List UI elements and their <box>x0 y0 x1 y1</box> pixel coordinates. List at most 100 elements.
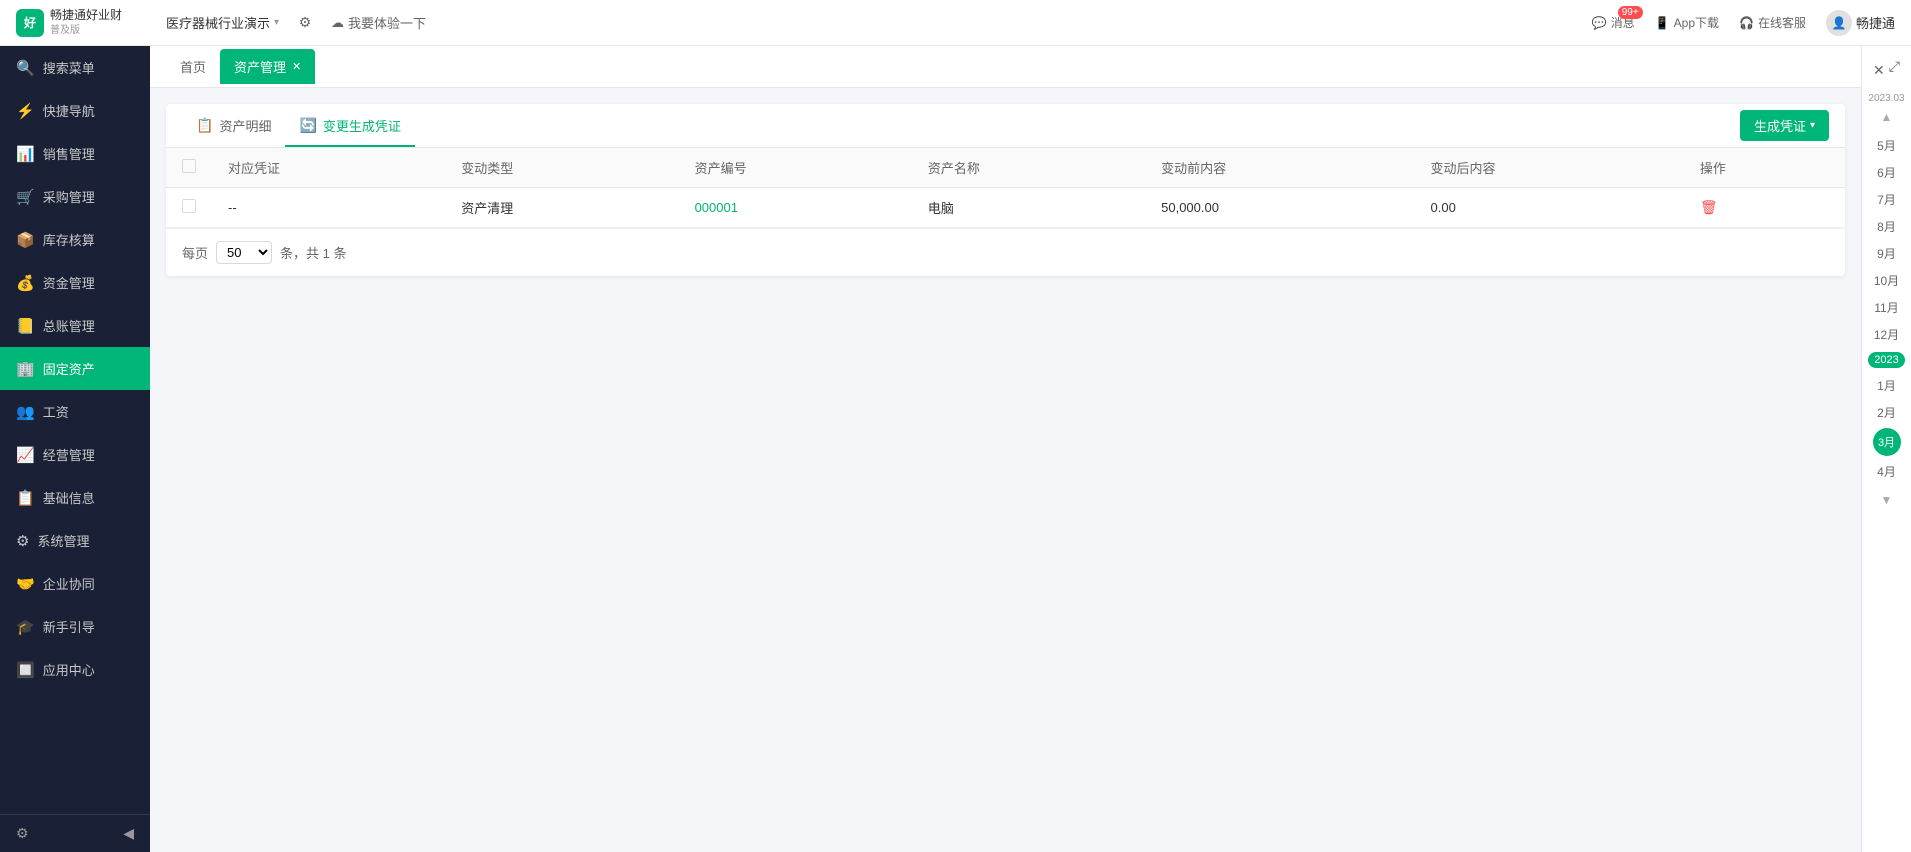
timeline-month-4[interactable]: 4月 <box>1862 458 1911 485</box>
timeline-month-2[interactable]: 2月 <box>1862 399 1911 426</box>
panel-expand-button[interactable]: ⤢ <box>1889 58 1900 75</box>
cell-operation: 🗑 <box>1684 188 1845 228</box>
inner-tab-asset-list[interactable]: 📋 资产明细 <box>182 106 285 147</box>
timeline-month-1[interactable]: 1月 <box>1862 372 1911 399</box>
sidebar-footer: ⚙ ◀ <box>0 814 150 852</box>
header-right: 💬 消息 99+ 📱 App下载 🎧 在线客服 👤 畅捷通 <box>1592 10 1895 36</box>
page-content: 📋 资产明细 🔄 变更生成凭证 生成凭证 ▾ <box>150 88 1861 852</box>
timeline-month-11[interactable]: 11月 <box>1862 294 1911 321</box>
cart-icon: 🛒 <box>16 188 35 206</box>
top-header: 好 畅捷通好业财 普及版 医疗器械行业演示 ▾ ⚙ ☁ 我要体验一下 💬 消息 … <box>0 0 1911 46</box>
online-service-action[interactable]: 🎧 在线客服 <box>1739 14 1806 31</box>
timeline-year-badge: 2023 <box>1868 352 1904 368</box>
sidebar-collapse-button[interactable]: ◀ <box>123 825 134 842</box>
row-checkbox[interactable] <box>182 199 196 213</box>
headset-icon: 🎧 <box>1739 16 1754 30</box>
sidebar-item-fixed-assets[interactable]: 🏢 固定资产 <box>0 347 150 390</box>
company-selector[interactable]: 医疗器械行业演示 ▾ <box>166 13 279 32</box>
timeline-month-10[interactable]: 10月 <box>1862 267 1911 294</box>
tab-home[interactable]: 首页 <box>166 49 220 84</box>
handshake-icon: 🤝 <box>16 575 35 593</box>
col-before-change: 变动前内容 <box>1145 148 1414 188</box>
row-checkbox-cell <box>166 188 212 228</box>
box-icon: 📦 <box>16 231 35 249</box>
message-action[interactable]: 💬 消息 99+ <box>1592 14 1635 31</box>
sidebar-item-system[interactable]: ⚙ 系统管理 <box>0 519 150 562</box>
settings-button[interactable]: ⚙ <box>291 9 319 37</box>
tab-close-icon[interactable]: ✕ <box>292 60 301 73</box>
timeline: ▲ 5月 6月 7月 8月 9月 10月 11月 12月 2023 1月 2月 … <box>1862 106 1911 844</box>
inner-tab-actions: 生成凭证 ▾ <box>1740 110 1829 141</box>
panel-close-button[interactable]: ✕ <box>1873 62 1885 79</box>
timeline-up-button[interactable]: ▲ <box>1877 106 1897 128</box>
timeline-month-8[interactable]: 8月 <box>1862 213 1911 240</box>
sidebar-item-purchase[interactable]: 🛒 采购管理 <box>0 175 150 218</box>
content-area: 首页 资产管理 ✕ 📋 资产明细 🔄 变更生成凭证 <box>150 46 1861 852</box>
sidebar-item-inventory[interactable]: 📦 库存核算 <box>0 218 150 261</box>
clipboard-icon: 📋 <box>16 489 35 507</box>
gear-icon: ⚙ <box>16 532 29 550</box>
timeline-down-button[interactable]: ▼ <box>1877 489 1897 511</box>
col-change-type: 变动类型 <box>445 148 678 188</box>
app-icon: 📱 <box>1655 16 1670 30</box>
table-row: -- 资产清理 000001 电脑 <box>166 188 1845 228</box>
col-operation: 操作 <box>1684 148 1845 188</box>
sidebar-scroll: 🔍 搜索菜单 ⚡ 快捷导航 📊 销售管理 🛒 采购管理 📦 库存核算 💰 <box>0 46 150 814</box>
timeline-month-12[interactable]: 12月 <box>1862 321 1911 348</box>
sidebar-item-sales[interactable]: 📊 销售管理 <box>0 132 150 175</box>
header-checkbox[interactable] <box>182 159 196 173</box>
sidebar-item-search[interactable]: 🔍 搜索菜单 <box>0 46 150 89</box>
inner-tab-change-voucher[interactable]: 🔄 变更生成凭证 <box>285 106 414 147</box>
sidebar-item-funds[interactable]: 💰 资金管理 <box>0 261 150 304</box>
tab-asset-mgmt[interactable]: 资产管理 ✕ <box>220 49 315 84</box>
inner-tabs: 📋 资产明细 🔄 变更生成凭证 生成凭证 ▾ <box>166 104 1845 148</box>
sidebar-item-enterprise[interactable]: 🤝 企业协同 <box>0 562 150 605</box>
col-voucher: 对应凭证 <box>212 148 445 188</box>
tab-bar: 首页 资产管理 ✕ <box>150 46 1861 88</box>
header-center: 医疗器械行业演示 ▾ ⚙ ☁ 我要体验一下 <box>166 9 1592 37</box>
timeline-month-7[interactable]: 7月 <box>1862 186 1911 213</box>
chart-icon: 📊 <box>16 145 35 163</box>
experience-button[interactable]: ☁ 我要体验一下 <box>331 13 426 32</box>
money-icon: 💰 <box>16 274 35 292</box>
col-after-change: 变动后内容 <box>1415 148 1684 188</box>
timeline-month-6[interactable]: 6月 <box>1862 159 1911 186</box>
message-badge: 99+ <box>1618 6 1643 19</box>
sidebar-item-operations[interactable]: 📈 经营管理 <box>0 433 150 476</box>
timeline-month-5[interactable]: 5月 <box>1862 132 1911 159</box>
flash-icon: ⚡ <box>16 102 35 120</box>
list-icon: 📋 <box>196 117 213 134</box>
generate-voucher-button[interactable]: 生成凭证 ▾ <box>1740 110 1829 141</box>
delete-button[interactable]: 🗑 <box>1700 199 1718 215</box>
sidebar-item-payroll[interactable]: 👥 工资 <box>0 390 150 433</box>
table-wrapper: 对应凭证 变动类型 资产编号 资产名称 <box>166 148 1845 228</box>
building-icon: 🏢 <box>16 360 35 378</box>
user-info[interactable]: 👤 畅捷通 <box>1826 10 1895 36</box>
cell-before-change: 50,000.00 <box>1145 188 1414 228</box>
per-page-select[interactable]: 50 10 20 100 <box>216 241 272 264</box>
sidebar-item-ledger[interactable]: 📒 总账管理 <box>0 304 150 347</box>
cell-voucher: -- <box>212 188 445 228</box>
timeline-month-9[interactable]: 9月 <box>1862 240 1911 267</box>
col-checkbox <box>166 148 212 188</box>
book-icon: 📒 <box>16 317 35 335</box>
app-download-action[interactable]: 📱 App下载 <box>1655 14 1719 31</box>
sidebar-item-guide[interactable]: 🎓 新手引导 <box>0 605 150 648</box>
timeline-month-3[interactable]: 3月 <box>1873 428 1901 456</box>
sidebar-settings-button[interactable]: ⚙ <box>16 825 29 842</box>
col-asset-code: 资产编号 <box>679 148 912 188</box>
avatar: 👤 <box>1826 10 1852 36</box>
sidebar-item-app-center[interactable]: 🔲 应用中心 <box>0 648 150 691</box>
logo-text: 畅捷通好业财 普及版 <box>50 8 122 37</box>
pagination: 每页 50 10 20 100 条，共 1 条 <box>166 228 1845 276</box>
main-layout: 🔍 搜索菜单 ⚡ 快捷导航 📊 销售管理 🛒 采购管理 📦 库存核算 💰 <box>0 46 1911 852</box>
grid-icon: 🔲 <box>16 661 35 679</box>
logo-area: 好 畅捷通好业财 普及版 <box>16 8 166 37</box>
sidebar-item-basic-info[interactable]: 📋 基础信息 <box>0 476 150 519</box>
sidebar-item-quicknav[interactable]: ⚡ 快捷导航 <box>0 89 150 132</box>
col-asset-name: 资产名称 <box>912 148 1145 188</box>
message-icon: 💬 <box>1592 16 1607 30</box>
trending-icon: 📈 <box>16 446 35 464</box>
dropdown-arrow-icon: ▾ <box>1810 120 1815 131</box>
people-icon: 👥 <box>16 403 35 421</box>
